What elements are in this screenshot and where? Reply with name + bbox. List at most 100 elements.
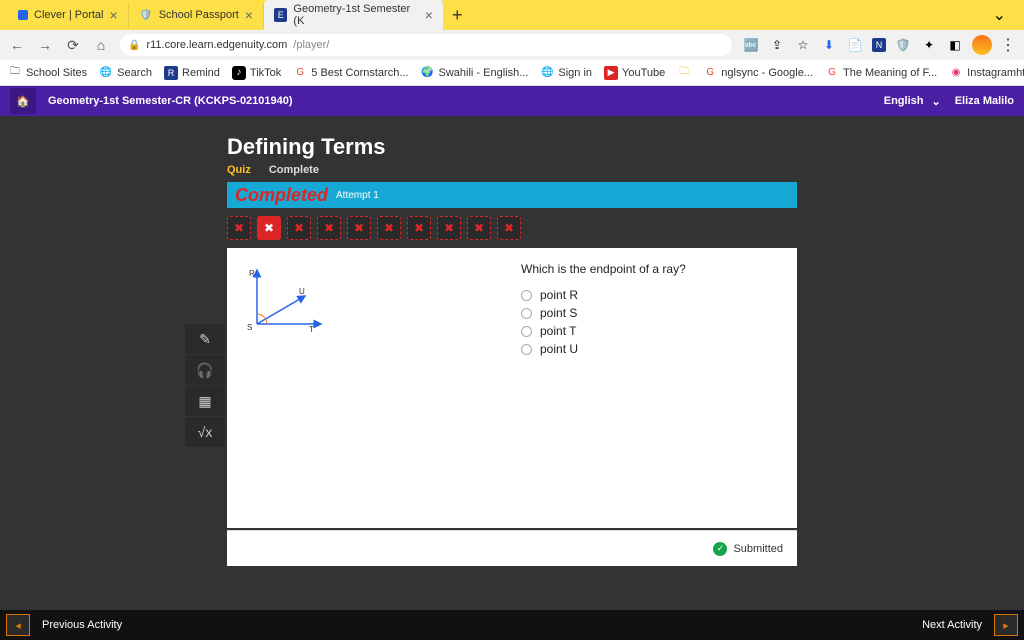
page-title: Defining Terms: [227, 116, 797, 160]
bookmark-search[interactable]: 🌐Search: [99, 66, 152, 80]
bookmark-icon[interactable]: ☆: [794, 36, 812, 54]
check-icon: ✓: [713, 542, 727, 556]
browser-tab-3[interactable]: E Geometry-1st Semester (K ×: [264, 0, 444, 31]
bookmark-tiktok[interactable]: ♪TikTok: [232, 66, 281, 80]
question-9[interactable]: ✖: [467, 216, 491, 240]
pencil-tool[interactable]: ✎: [185, 324, 225, 354]
bookmark-instagram[interactable]: ◉Instagramhttps://...: [949, 66, 1024, 80]
course-home-button[interactable]: 🏠: [10, 88, 36, 114]
bookmark-folder[interactable]: 🗀: [677, 66, 691, 80]
question-4[interactable]: ✖: [317, 216, 341, 240]
extensions-icon[interactable]: ✦: [920, 36, 938, 54]
browser-tab-strip: Clever | Portal × 🛡️ School Passport × E…: [0, 0, 1024, 30]
close-icon[interactable]: ×: [425, 7, 433, 23]
tiktok-icon: ♪: [232, 66, 246, 80]
back-button[interactable]: ←: [8, 37, 26, 53]
prev-arrow-icon: ◂: [6, 614, 30, 636]
google-icon: G: [293, 66, 307, 80]
close-icon[interactable]: ×: [110, 7, 118, 23]
bookmark-nglsync[interactable]: Gnglsync - Google...: [703, 66, 813, 80]
new-tab-button[interactable]: +: [444, 5, 471, 26]
content-column: Defining Terms Quiz Complete Completed A…: [227, 116, 797, 566]
bookmark-cornstarch[interactable]: G5 Best Cornstarch...: [293, 66, 408, 80]
tab-label: Clever | Portal: [34, 9, 104, 21]
radio-icon: [521, 290, 532, 301]
favicon-edgenuity: E: [274, 8, 287, 22]
reload-button[interactable]: ⟳: [64, 37, 82, 54]
youtube-icon: ▶: [604, 66, 618, 80]
radio-icon: [521, 344, 532, 355]
radio-icon: [521, 326, 532, 337]
status-bar: Completed Attempt 1: [227, 182, 797, 208]
question-nav: ✖ ✖ ✖ ✖ ✖ ✖ ✖ ✖ ✖ ✖: [227, 216, 797, 240]
option-r[interactable]: point R: [521, 288, 783, 302]
question-8[interactable]: ✖: [437, 216, 461, 240]
menu-button[interactable]: ⋮: [1000, 35, 1016, 55]
tab-list-button[interactable]: ⌄: [993, 5, 1006, 25]
swahili-icon: 🌍: [421, 66, 435, 80]
question-7[interactable]: ✖: [407, 216, 431, 240]
bookmark-youtube[interactable]: ▶YouTube: [604, 66, 665, 80]
close-icon[interactable]: ×: [245, 7, 253, 23]
bookmark-school-sites[interactable]: 🗀School Sites: [8, 66, 87, 80]
question-6[interactable]: ✖: [377, 216, 401, 240]
workspace: ✎ 🎧 ▦ √x Defining Terms Quiz Complete Co…: [0, 116, 1024, 610]
ext-icon-1[interactable]: ⬇: [820, 36, 838, 54]
course-header: 🏠 Geometry-1st Semester-CR (KCKPS-021019…: [0, 86, 1024, 116]
prev-activity[interactable]: ◂ Previous Activity: [0, 610, 128, 640]
favicon-passport: 🛡️: [139, 8, 153, 22]
option-t[interactable]: point T: [521, 324, 783, 338]
browser-tab-2[interactable]: 🛡️ School Passport ×: [129, 3, 264, 27]
svg-text:S: S: [247, 323, 252, 332]
formula-tool[interactable]: √x: [185, 417, 225, 447]
tab-label: School Passport: [159, 9, 239, 21]
svg-text:R: R: [249, 269, 255, 278]
option-s[interactable]: point S: [521, 306, 783, 320]
ext-icon-2[interactable]: 📄: [846, 36, 864, 54]
ext-icon-4[interactable]: 🛡️: [894, 36, 912, 54]
next-activity[interactable]: Next Activity ▸: [916, 610, 1024, 640]
course-title: Geometry-1st Semester-CR (KCKPS-02101940…: [48, 95, 293, 107]
complete-label: Complete: [269, 164, 319, 176]
tool-strip: ✎ 🎧 ▦ √x: [185, 324, 225, 447]
home-button[interactable]: ⌂: [92, 37, 110, 53]
question-3[interactable]: ✖: [287, 216, 311, 240]
ext-icon-3[interactable]: N: [872, 38, 886, 52]
question-body: Which is the endpoint of a ray? point R …: [507, 248, 797, 528]
question-1[interactable]: ✖: [227, 216, 251, 240]
option-u[interactable]: point U: [521, 342, 783, 356]
folder-icon: 🗀: [8, 66, 22, 80]
translate-icon[interactable]: 🔤: [742, 36, 760, 54]
bookmark-signin[interactable]: 🌐Sign in: [540, 66, 592, 80]
addr-actions: 🔤 ⇪ ☆ ⬇ 📄 N 🛡️ ✦ ◧ ⋮: [742, 35, 1016, 55]
home-icon: 🏠: [16, 95, 30, 108]
next-arrow-icon: ▸: [994, 614, 1018, 636]
browser-tab-1[interactable]: Clever | Portal ×: [8, 3, 129, 27]
forward-button[interactable]: →: [36, 37, 54, 53]
question-2[interactable]: ✖: [257, 216, 281, 240]
globe-icon: 🌐: [540, 66, 554, 80]
bookmark-meaning[interactable]: GThe Meaning of F...: [825, 66, 937, 80]
side-panel-icon[interactable]: ◧: [946, 36, 964, 54]
svg-text:U: U: [299, 287, 305, 296]
profile-avatar[interactable]: [972, 35, 992, 55]
favicon-clever: [18, 10, 28, 20]
question-10[interactable]: ✖: [497, 216, 521, 240]
user-name: Eliza Malilo: [955, 95, 1014, 107]
google-icon: G: [825, 66, 839, 80]
question-5[interactable]: ✖: [347, 216, 371, 240]
audio-tool[interactable]: 🎧: [185, 355, 225, 385]
radio-icon: [521, 308, 532, 319]
question-text: Which is the endpoint of a ray?: [521, 262, 783, 276]
completed-label: Completed: [235, 185, 328, 206]
calculator-tool[interactable]: ▦: [185, 386, 225, 416]
share-icon[interactable]: ⇪: [768, 36, 786, 54]
subtitle: Quiz Complete: [227, 164, 797, 176]
url-input[interactable]: 🔒 r11.core.learn.edgenuity.com/player/: [120, 34, 732, 56]
bookmark-swahili[interactable]: 🌍Swahili - English...: [421, 66, 529, 80]
bookmarks-bar: 🗀School Sites 🌐Search RRemind ♪TikTok G5…: [0, 60, 1024, 86]
language-selector[interactable]: English ⌄: [884, 95, 941, 108]
bookmark-remind[interactable]: RRemind: [164, 66, 220, 80]
chevron-down-icon: ⌄: [931, 95, 940, 108]
address-bar: ← → ⟳ ⌂ 🔒 r11.core.learn.edgenuity.com/p…: [0, 30, 1024, 60]
